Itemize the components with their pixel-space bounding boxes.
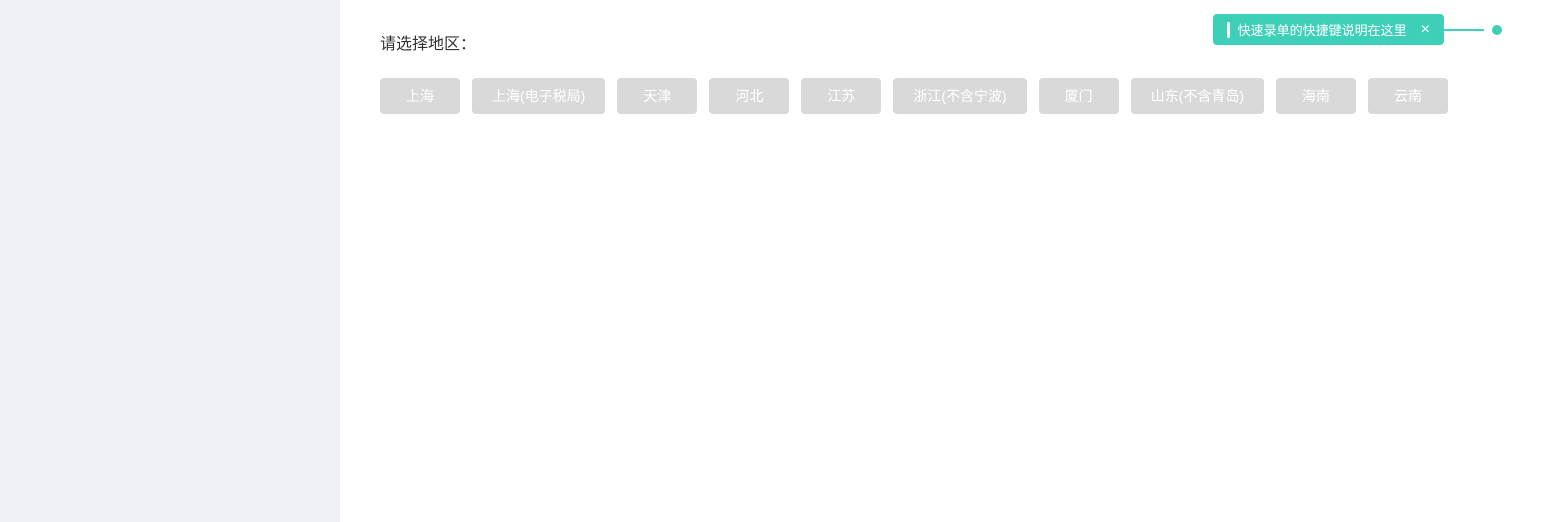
tooltip-badge: 快速录单的快捷键说明在这里 × [1213,14,1444,45]
tooltip-dot [1492,25,1502,35]
tooltip-bar: 快速录单的快捷键说明在这里 × [1213,14,1502,45]
region-button[interactable]: 云南 [1368,78,1448,114]
region-button[interactable]: 河北 [709,78,789,114]
region-button[interactable]: 江苏 [801,78,881,114]
tooltip-line [1444,29,1484,31]
region-button[interactable]: 上海 [380,78,460,114]
region-button[interactable]: 浙江(不含宁波) [893,78,1026,114]
region-button[interactable]: 山东(不含青岛) [1131,78,1264,114]
bar-accent-icon [1227,22,1230,38]
region-button[interactable]: 海南 [1276,78,1356,114]
region-button[interactable]: 厦门 [1039,78,1119,114]
main-content: 请选择地区： 上海上海(电子税局)天津河北江苏浙江(不含宁波)厦门山东(不含青岛… [340,0,1562,522]
tooltip-close-button[interactable]: × [1421,22,1430,38]
region-buttons: 上海上海(电子税局) 天津河北江苏浙江(不含宁波) 厦门山东(不含青岛) 海南云南 [380,78,1522,114]
left-sidebar [0,0,340,522]
region-button[interactable]: 天津 [617,78,697,114]
tooltip-text: 快速录单的快捷键说明在这里 [1238,20,1407,39]
region-button[interactable]: 上海(电子税局) [472,78,605,114]
